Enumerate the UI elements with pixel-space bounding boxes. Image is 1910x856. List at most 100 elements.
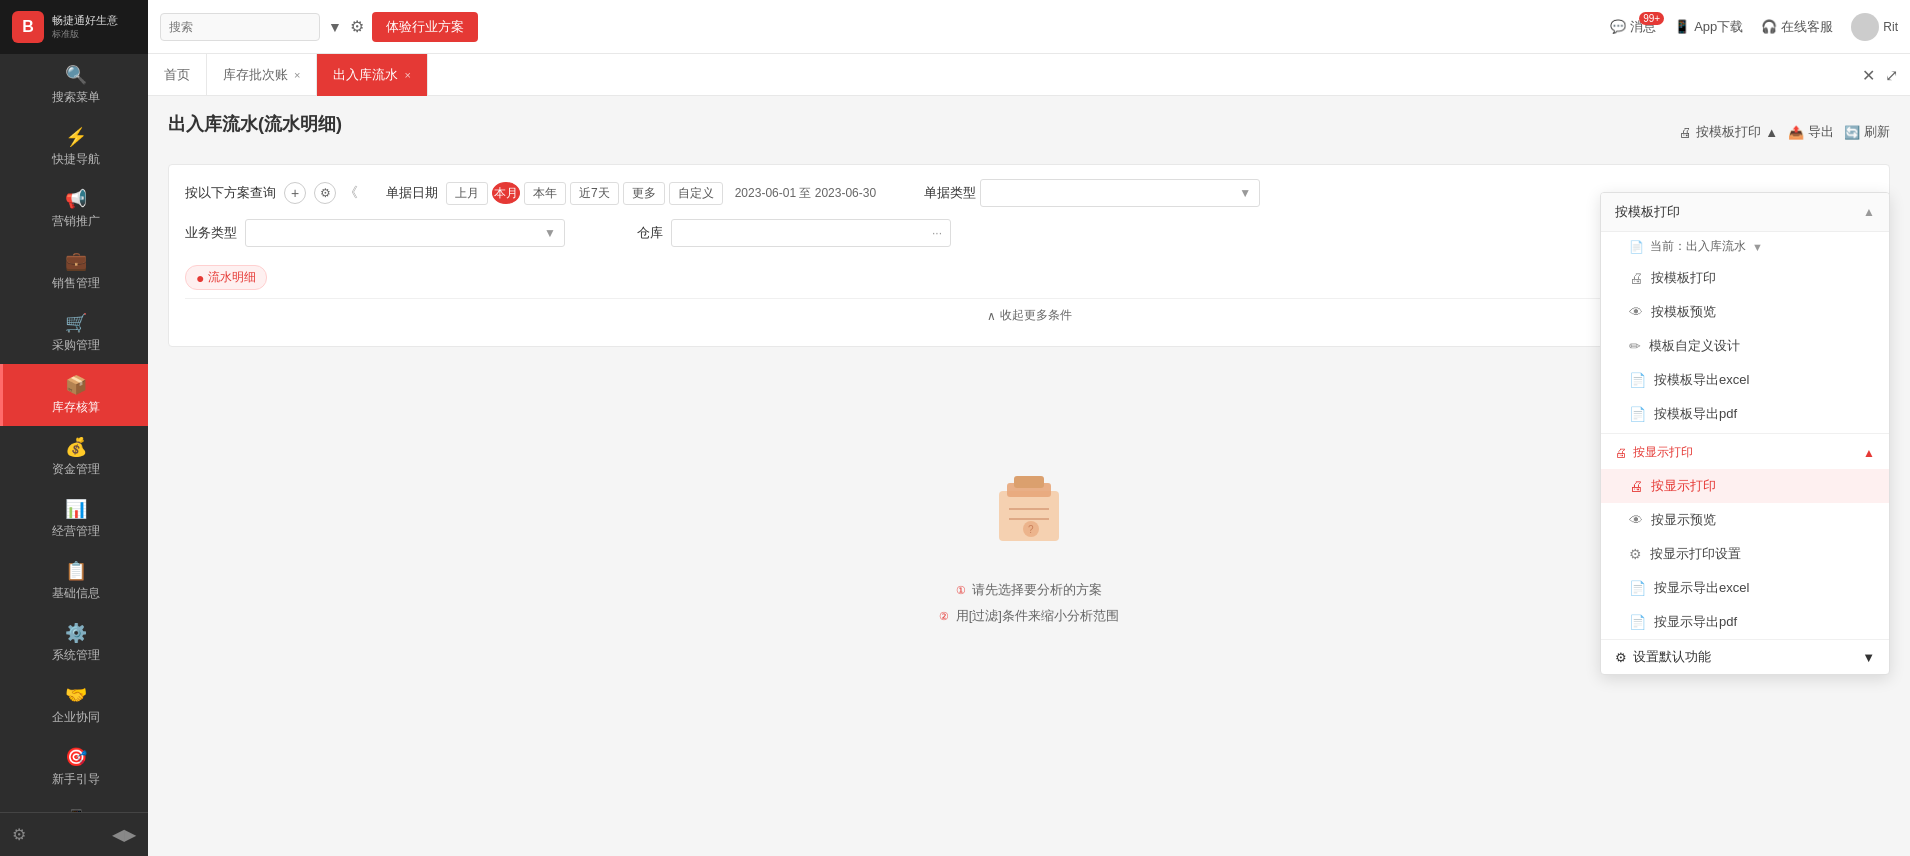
sidebar-item-operations[interactable]: 📊 经营管理: [0, 488, 148, 550]
dp-display-print-settings[interactable]: ⚙ 按显示打印设置: [1601, 537, 1889, 571]
more-btn[interactable]: 更多: [623, 182, 665, 205]
tab-maximize-btn[interactable]: ⤢: [1885, 66, 1898, 85]
svg-rect-2: [1014, 476, 1044, 488]
sidebar: B 畅捷通好生意 标准版 🔍 搜索菜单 ⚡ 快捷导航 📢 营销推广 💼 销售管理…: [0, 0, 148, 856]
sidebar-item-inventory[interactable]: 📦 库存核算: [0, 364, 148, 426]
page-content: 出入库流水(流水明细) 🖨 按模板打印 ▲ 📤 导出 🔄 刷新: [148, 96, 1910, 856]
current-year-btn[interactable]: 本年: [524, 182, 566, 205]
sidebar-item-quick-nav[interactable]: ⚡ 快捷导航: [0, 116, 148, 178]
template-custom-icon: ✏: [1629, 338, 1641, 354]
display-print-icon: 🖨: [1629, 478, 1643, 494]
sidebar-item-app-center[interactable]: 📱 应用中心: [0, 798, 148, 812]
dp-collapse-arrow[interactable]: ▲: [1863, 205, 1875, 219]
dp-display-export-pdf[interactable]: 📄 按显示导出pdf: [1601, 605, 1889, 639]
search-icon: 🔍: [65, 64, 87, 86]
dp-template-preview[interactable]: 👁 按模板预览: [1601, 295, 1889, 329]
recent7-btn[interactable]: 近7天: [570, 182, 619, 205]
sidebar-item-system[interactable]: ⚙️ 系统管理: [0, 612, 148, 674]
current-month-btn[interactable]: 本月: [492, 182, 520, 204]
dp-display-export-excel[interactable]: 📄 按显示导出excel: [1601, 571, 1889, 605]
search-input[interactable]: [160, 13, 320, 41]
biz-type-arrow: ▼: [544, 226, 556, 240]
sidebar-item-search[interactable]: 🔍 搜索菜单: [0, 54, 148, 116]
sidebar-settings-icon[interactable]: ⚙: [12, 825, 26, 844]
flow-tag: ● 流水明细: [185, 265, 267, 290]
tab-home[interactable]: 首页: [148, 54, 207, 96]
template-print-icon: 🖨: [1629, 270, 1643, 286]
dp-template-print[interactable]: 🖨 按模板打印: [1601, 261, 1889, 295]
online-service-btn[interactable]: 🎧 在线客服: [1761, 18, 1833, 36]
warehouse-select[interactable]: ···: [671, 219, 951, 247]
topbar-left: ▼ ⚙ 体验行业方案: [160, 12, 478, 42]
filter-collapse-btn[interactable]: 《: [344, 184, 358, 202]
empty-hint-2: ② 用[过滤]条件来缩小分析范围: [939, 607, 1119, 625]
dp-footer-arrow: ▼: [1862, 650, 1875, 665]
print-arrow-up: ▲: [1765, 125, 1778, 140]
doc-type-arrow: ▼: [1239, 186, 1251, 200]
sidebar-item-basic-info[interactable]: 📋 基础信息: [0, 550, 148, 612]
search-dropdown-btn[interactable]: ▼: [328, 19, 342, 35]
sidebar-item-sales[interactable]: 💼 销售管理: [0, 240, 148, 302]
warehouse-more-icon: ···: [932, 226, 942, 240]
template-pdf-icon: 📄: [1629, 406, 1646, 422]
sidebar-item-enterprise[interactable]: 🤝 企业协同: [0, 674, 148, 736]
sidebar-item-guide[interactable]: 🎯 新手引导: [0, 736, 148, 798]
filter-by-label: 按以下方案查询: [185, 184, 276, 202]
tab-close-all-btn[interactable]: ✕: [1862, 66, 1875, 85]
message-btn[interactable]: 💬 消息 99+: [1610, 18, 1656, 36]
dp-display-section-header: 🖨 按显示打印 ▲: [1601, 436, 1889, 469]
user-avatar-area[interactable]: Rit: [1851, 13, 1898, 41]
empty-illustration: ?: [979, 461, 1079, 561]
dp-template-export-pdf[interactable]: 📄 按模板导出pdf: [1601, 397, 1889, 431]
close-inout-flow-tab[interactable]: ×: [404, 69, 410, 81]
prev-month-btn[interactable]: 上月: [446, 182, 488, 205]
tab-batch-ledger[interactable]: 库存批次账 ×: [207, 54, 317, 96]
topbar-gear-btn[interactable]: ⚙: [350, 17, 364, 36]
refresh-btn[interactable]: 🔄 刷新: [1844, 123, 1890, 141]
empty-hint-1: ① 请先选择要分析的方案: [956, 581, 1103, 599]
template-preview-icon: 👁: [1629, 304, 1643, 320]
dp-display-preview[interactable]: 👁 按显示预览: [1601, 503, 1889, 537]
export-btn[interactable]: 📤 导出: [1788, 123, 1834, 141]
current-doc-label: 📄 当前：出入库流水 ▼: [1601, 232, 1889, 261]
warehouse-filter: 仓库 ···: [637, 219, 951, 247]
flow-tag-dot: ●: [196, 270, 204, 286]
avatar: [1851, 13, 1879, 41]
dp-footer[interactable]: ⚙ 设置默认功能 ▼: [1601, 639, 1889, 674]
biz-type-select[interactable]: ▼: [245, 219, 565, 247]
custom-btn[interactable]: 自定义: [669, 182, 723, 205]
sidebar-footer: ⚙ ◀▶: [0, 812, 148, 856]
filter-add-btn[interactable]: +: [284, 182, 306, 204]
sidebar-logo: B 畅捷通好生意 标准版: [0, 0, 148, 54]
industry-btn[interactable]: 体验行业方案: [372, 12, 478, 42]
print-icon: 🖨: [1679, 125, 1692, 140]
app-download-btn[interactable]: 📱 App下载: [1674, 18, 1743, 36]
app-download-icon: 📱: [1674, 19, 1690, 34]
page-title: 出入库流水(流水明细): [168, 112, 342, 136]
tab-inout-flow[interactable]: 出入库流水 ×: [317, 54, 427, 96]
current-icon: 📄: [1629, 240, 1644, 254]
svg-text:?: ?: [1028, 524, 1034, 535]
dp-template-export-excel[interactable]: 📄 按模板导出excel: [1601, 363, 1889, 397]
filter-settings-icon-btn[interactable]: ⚙: [314, 182, 336, 204]
inventory-icon: 📦: [65, 374, 87, 396]
hint1-num: ①: [956, 584, 966, 596]
warehouse-label: 仓库: [637, 224, 663, 242]
sidebar-collapse-icon[interactable]: ◀▶: [112, 825, 136, 844]
sidebar-item-finance[interactable]: 💰 资金管理: [0, 426, 148, 488]
dp-template-custom[interactable]: ✏ 模板自定义设计: [1601, 329, 1889, 363]
dp-display-arrow-up: ▲: [1863, 446, 1875, 460]
date-field-label: 单据日期: [386, 184, 438, 202]
dp-header: 按模板打印 ▲: [1601, 193, 1889, 232]
guide-icon: 🎯: [65, 746, 87, 768]
sidebar-item-marketing[interactable]: 📢 营销推广: [0, 178, 148, 240]
chevron-up-icon: ∧: [987, 309, 996, 323]
hint2-num: ②: [939, 610, 949, 622]
doc-type-select[interactable]: ▼: [980, 179, 1260, 207]
print-btn[interactable]: 🖨 按模板打印 ▲: [1679, 123, 1778, 141]
date-range: 2023-06-01 至 2023-06-30: [735, 185, 876, 202]
message-badge: 99+: [1639, 12, 1664, 25]
sidebar-item-purchase[interactable]: 🛒 采购管理: [0, 302, 148, 364]
close-batch-ledger-tab[interactable]: ×: [294, 69, 300, 81]
dp-display-print[interactable]: 🖨 按显示打印: [1601, 469, 1889, 503]
